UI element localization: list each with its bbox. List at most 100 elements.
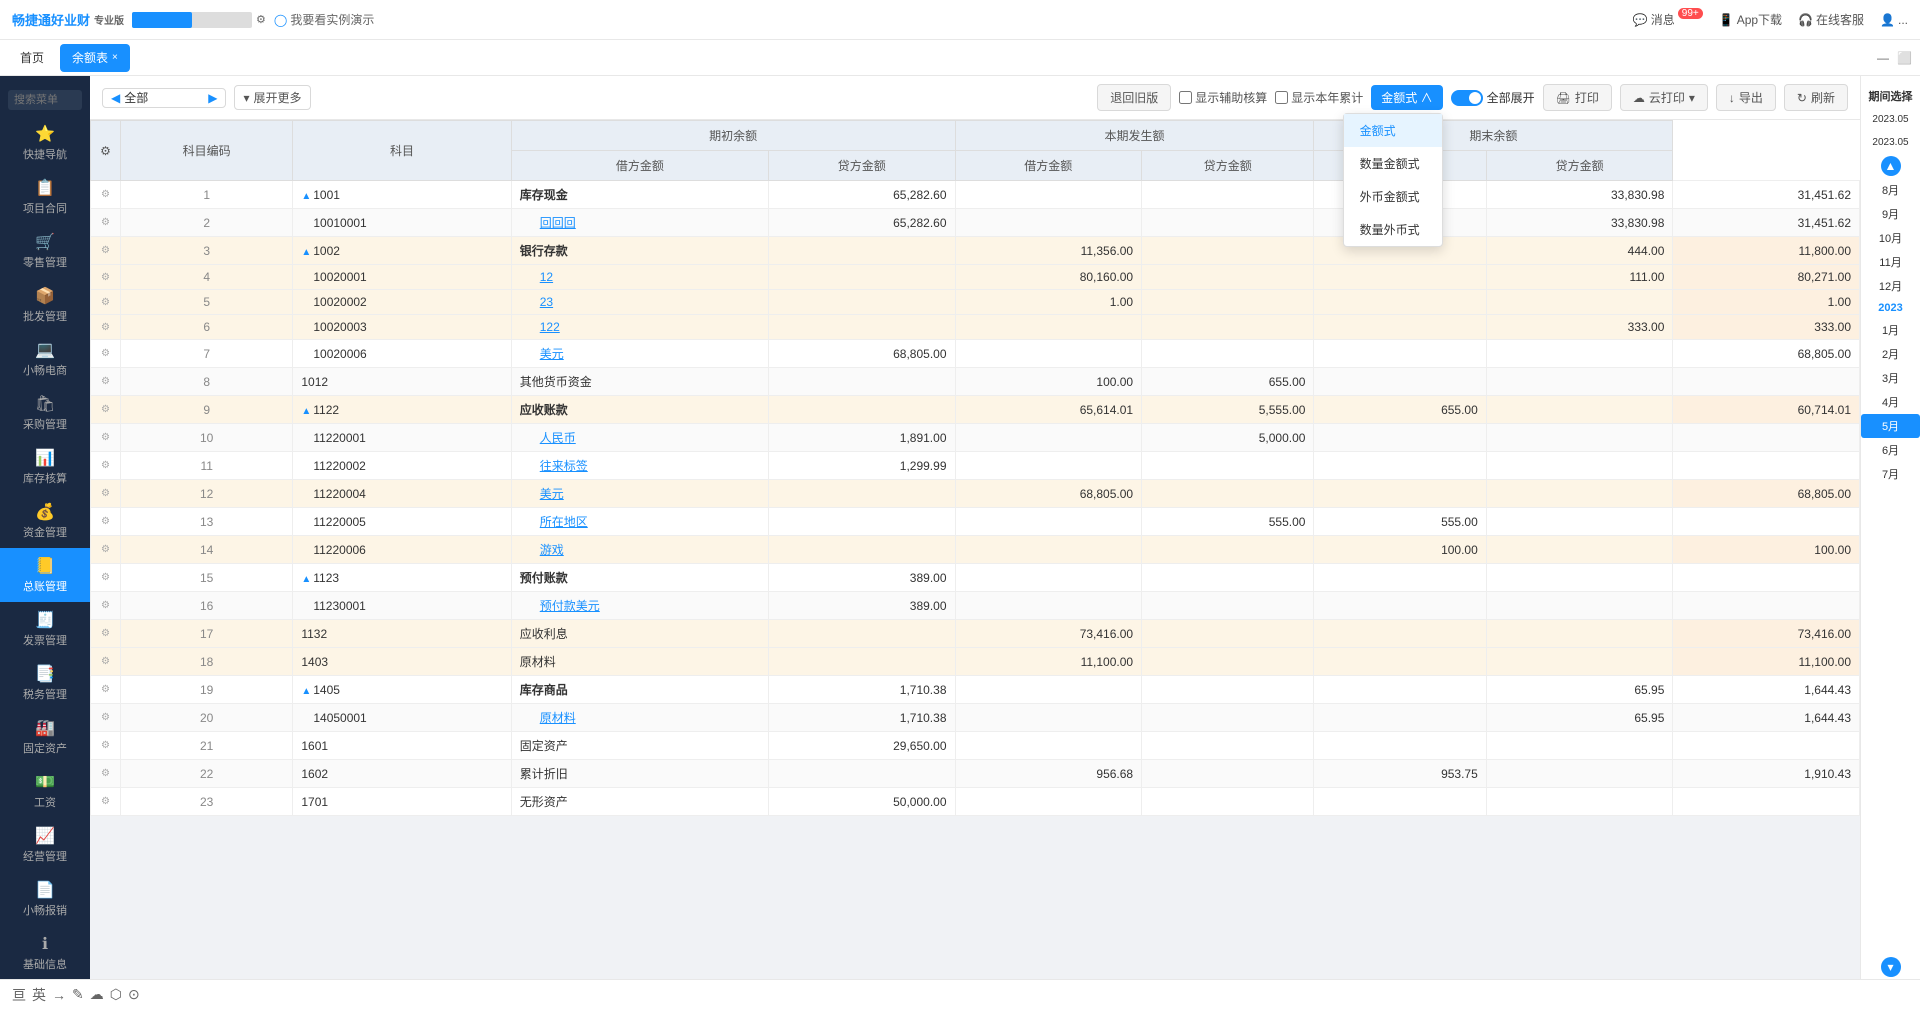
sidebar-item-project[interactable]: 📋项目合同 xyxy=(0,170,90,224)
bottom-icon-edit[interactable]: ✎ xyxy=(72,986,84,1003)
print-btn[interactable]: 🖨 打印 xyxy=(1543,84,1612,111)
format-option-qty-amount[interactable]: 数量金额式 xyxy=(1344,147,1442,180)
sidebar-label-inventory: 库存核算 xyxy=(23,470,67,486)
table-row: ⚙ 1 ▲1001 库存现金 65,282.60 33,830.98 31,45… xyxy=(91,181,1860,209)
bottom-icon-circle[interactable]: ⊙ xyxy=(128,986,140,1003)
show-year-checkbox[interactable]: 显示本年累计 xyxy=(1275,89,1363,106)
sidebar-item-quick-nav[interactable]: ⭐快捷导航 xyxy=(0,116,90,170)
td-name[interactable]: 12 xyxy=(511,265,768,290)
sidebar-item-fixed-assets[interactable]: 🏭固定资产 xyxy=(0,710,90,764)
td-name[interactable]: 美元 xyxy=(511,340,768,368)
month-2023[interactable]: 2023 xyxy=(1861,298,1920,318)
tab-minimize-icon[interactable]: — xyxy=(1877,51,1889,65)
td-name[interactable]: 游戏 xyxy=(511,536,768,564)
format-dropdown-btn[interactable]: 金额式 ∧ xyxy=(1371,85,1442,110)
sidebar-item-invoice[interactable]: 🧾发票管理 xyxy=(0,602,90,656)
settings-icon[interactable]: ⚙ xyxy=(256,13,266,26)
bottom-icon-arrow[interactable]: → xyxy=(52,987,66,1003)
tab-close-icon[interactable]: × xyxy=(112,52,118,63)
month-11[interactable]: 11月 xyxy=(1861,250,1920,274)
month-4[interactable]: 4月 xyxy=(1861,390,1920,414)
bottom-icon-cloud[interactable]: ☁ xyxy=(90,986,104,1003)
right-panel-year1[interactable]: 2023.05 xyxy=(1861,108,1920,131)
demo-link[interactable]: ◯ 我要看实例演示 xyxy=(274,11,374,28)
sidebar-item-basic-info[interactable]: ℹ基础信息 xyxy=(0,926,90,979)
app-download-btn[interactable]: 📱 App下载 xyxy=(1719,11,1782,28)
format-option-qty-foreign[interactable]: 数量外币式 xyxy=(1344,213,1442,246)
month-10[interactable]: 10月 xyxy=(1861,226,1920,250)
show-sub-checkbox[interactable]: 显示辅助核算 xyxy=(1179,89,1267,106)
export-btn[interactable]: ↓ 导出 xyxy=(1716,84,1776,111)
td-code: 10010001 xyxy=(293,209,511,237)
td-name[interactable]: 23 xyxy=(511,290,768,315)
retail-icon: 🛒 xyxy=(35,232,55,252)
td-opening-credit xyxy=(955,536,1142,564)
sidebar-item-tax[interactable]: 📑税务管理 xyxy=(0,656,90,710)
month-7[interactable]: 7月 xyxy=(1861,462,1920,486)
show-sub-input[interactable] xyxy=(1179,91,1192,104)
month-3[interactable]: 3月 xyxy=(1861,366,1920,390)
td-current-credit xyxy=(1314,368,1486,396)
nav-right-icon[interactable]: ▶ xyxy=(208,91,217,105)
sidebar-item-purchase[interactable]: 🛍采购管理 xyxy=(0,386,90,440)
sidebar-items: ⭐快捷导航 📋项目合同 🛒零售管理 📦批发管理 💻小畅电商 🛍采购管理 📊库存核… xyxy=(0,116,90,979)
bottom-icon-1[interactable]: 亘 xyxy=(12,985,26,1005)
sidebar-item-retail[interactable]: 🛒零售管理 xyxy=(0,224,90,278)
td-end: 73,416.00 xyxy=(1673,620,1860,648)
td-closing-debit-val xyxy=(1486,396,1673,424)
online-service-btn[interactable]: 🎧 在线客服 xyxy=(1798,11,1864,28)
scroll-down-icon[interactable]: ▾ xyxy=(1881,957,1901,977)
th-opening-debit: 借方金额 xyxy=(511,151,768,181)
td-name[interactable]: 往来标签 xyxy=(511,452,768,480)
bottom-icon-lang[interactable]: 英 xyxy=(32,985,46,1005)
month-1[interactable]: 1月 xyxy=(1861,318,1920,342)
td-current-debit xyxy=(1142,536,1314,564)
sidebar-item-reports[interactable]: 📄小畅报销 xyxy=(0,872,90,926)
user-avatar[interactable]: 👤 ... xyxy=(1880,13,1908,27)
td-name: 累计折旧 xyxy=(511,760,768,788)
th-current-group: 本期发生额 xyxy=(955,121,1314,151)
td-current-debit xyxy=(1142,290,1314,315)
search-input[interactable] xyxy=(8,90,82,110)
month-9[interactable]: 9月 xyxy=(1861,202,1920,226)
month-5[interactable]: 5月 xyxy=(1861,414,1920,438)
back-old-btn[interactable]: 退回旧版 xyxy=(1097,84,1171,111)
sidebar-item-general-ledger[interactable]: 📒总账管理 xyxy=(0,548,90,602)
format-option-amount[interactable]: 金额式 xyxy=(1344,114,1442,147)
right-panel-year2[interactable]: 2023.05 xyxy=(1861,131,1920,154)
month-12[interactable]: 12月 xyxy=(1861,274,1920,298)
month-2[interactable]: 2月 xyxy=(1861,342,1920,366)
bottom-icon-hex[interactable]: ⬡ xyxy=(110,986,122,1003)
td-name[interactable]: 美元 xyxy=(511,480,768,508)
cloud-print-btn[interactable]: ☁ 云打印 ▾ xyxy=(1620,84,1708,111)
format-option-foreign-amount[interactable]: 外币金额式 xyxy=(1344,180,1442,213)
nav-left-icon[interactable]: ◀ xyxy=(111,91,120,105)
expand-switch[interactable] xyxy=(1451,90,1483,106)
td-name[interactable]: 预付款美元 xyxy=(511,592,768,620)
month-6[interactable]: 6月 xyxy=(1861,438,1920,462)
messages-btn[interactable]: 💬 消息 99+ xyxy=(1633,11,1703,28)
sidebar-item-inventory[interactable]: 📊库存核算 xyxy=(0,440,90,494)
expand-more-btn[interactable]: ▾ 展开更多 xyxy=(234,85,310,110)
sidebar-item-wholesale[interactable]: 📦批发管理 xyxy=(0,278,90,332)
td-name[interactable]: 原材料 xyxy=(511,704,768,732)
scroll-up-icon[interactable]: ▲ xyxy=(1881,156,1901,176)
td-name[interactable]: 所在地区 xyxy=(511,508,768,536)
search-nav-input[interactable] xyxy=(124,91,204,105)
tab-maximize-icon[interactable]: ⬜ xyxy=(1897,51,1912,65)
refresh-btn[interactable]: ↻ 刷新 xyxy=(1784,84,1848,111)
show-year-input[interactable] xyxy=(1275,91,1288,104)
sidebar-item-salary[interactable]: 💵工资 xyxy=(0,764,90,818)
expand-all-toggle[interactable]: 全部展开 xyxy=(1451,89,1535,106)
td-name[interactable]: 人民币 xyxy=(511,424,768,452)
sidebar-item-ecommerce[interactable]: 💻小畅电商 xyxy=(0,332,90,386)
td-num: 1 xyxy=(121,181,293,209)
sidebar-item-operations[interactable]: 📈经营管理 xyxy=(0,818,90,872)
month-8[interactable]: 8月 xyxy=(1861,178,1920,202)
td-name[interactable]: 回回回 xyxy=(511,209,768,237)
td-name[interactable]: 122 xyxy=(511,315,768,340)
tab-balance[interactable]: 余额表 × xyxy=(60,44,130,72)
tab-home[interactable]: 首页 xyxy=(8,44,56,72)
bottom-icons: 亘 英 → ✎ ☁ ⬡ ⊙ xyxy=(12,985,140,1005)
sidebar-item-capital[interactable]: 💰资金管理 xyxy=(0,494,90,548)
